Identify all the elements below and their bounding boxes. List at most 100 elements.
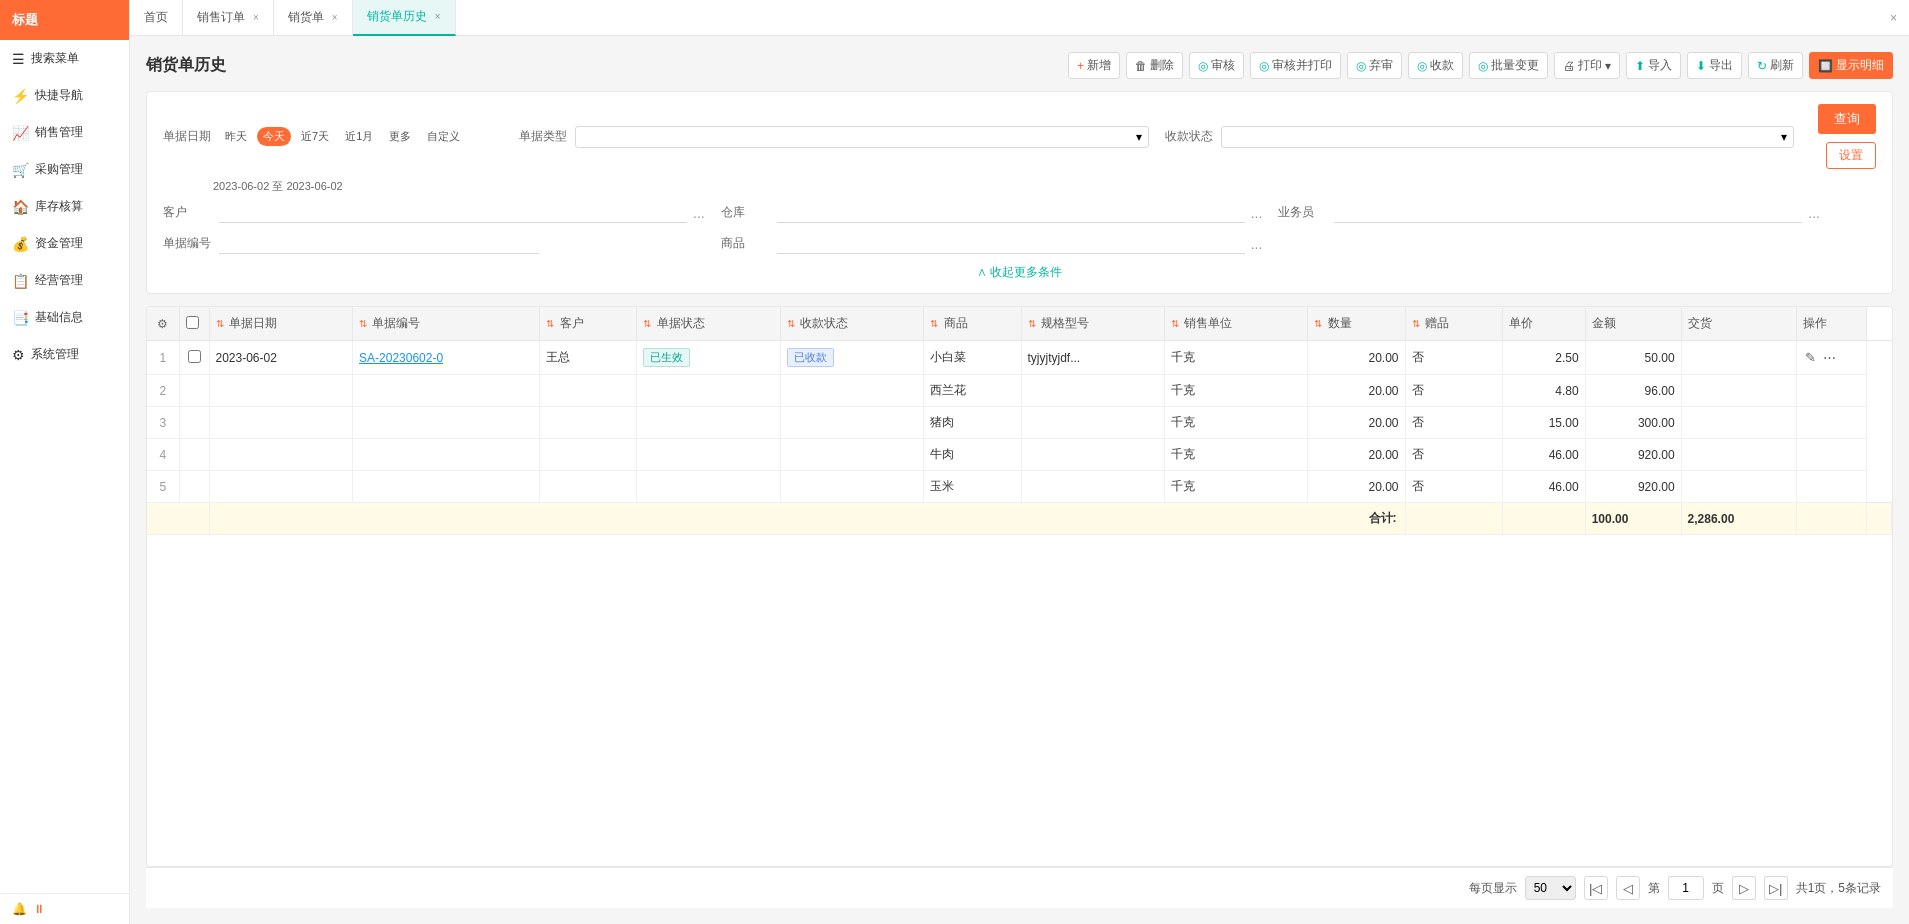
collect-button[interactable]: ◎ 收款 (1408, 52, 1463, 79)
warehouse-picker-icon[interactable]: ... (1251, 205, 1263, 221)
salesperson-input[interactable] (1334, 202, 1802, 223)
import-button[interactable]: ⬆ 导入 (1626, 52, 1681, 79)
print-button[interactable]: 🖨 打印 ▾ (1554, 52, 1620, 79)
qty-cell: 20.00 (1308, 471, 1405, 503)
tab-close-all[interactable]: × (1878, 11, 1909, 25)
date-tab-custom[interactable]: 自定义 (421, 127, 466, 146)
goods-input[interactable] (777, 233, 1245, 254)
export-button[interactable]: ⬇ 导出 (1687, 52, 1742, 79)
refresh-button[interactable]: ↻ 刷新 (1748, 52, 1803, 79)
tab-close-sales-history[interactable]: × (435, 11, 441, 22)
select-all-checkbox[interactable] (186, 316, 199, 329)
next-page-button[interactable]: ▷ (1732, 876, 1756, 900)
salesperson-picker-icon[interactable]: ... (1808, 205, 1820, 221)
base-icon: 📑 (12, 310, 29, 326)
show-detail-button[interactable]: 🔲 显示明细 (1809, 52, 1893, 79)
date-tab-more[interactable]: 更多 (383, 127, 417, 146)
table-row: 5 玉米 千克 20.00 否 46.00 920.00 (147, 471, 1892, 503)
bell-icon[interactable]: 🔔 (12, 902, 27, 916)
tab-sales-order[interactable]: 销售订单 × (183, 0, 274, 36)
spec-cell (1021, 407, 1164, 439)
audit-button[interactable]: ◎ 审核 (1189, 52, 1244, 79)
per-page-select[interactable]: 50 20 100 (1525, 876, 1576, 900)
col-collect-status[interactable]: ⇅ 收款状态 (780, 307, 923, 341)
audit-print-button[interactable]: ◎ 审核并打印 (1250, 52, 1341, 79)
col-customer[interactable]: ⇅ 客户 (540, 307, 637, 341)
col-doc-status[interactable]: ⇅ 单据状态 (637, 307, 780, 341)
col-qty[interactable]: ⇅ 数量 (1308, 307, 1405, 341)
last-page-button[interactable]: ▷| (1764, 876, 1788, 900)
action-cell (1796, 471, 1866, 503)
gift-cell: 否 (1405, 341, 1502, 375)
batch-change-button[interactable]: ◎ 批量变更 (1469, 52, 1548, 79)
collect-status-select[interactable]: ▾ (1221, 126, 1795, 148)
row-select-checkbox[interactable] (188, 350, 201, 363)
date-tab-today[interactable]: 今天 (257, 127, 291, 146)
page-number-input[interactable] (1668, 876, 1704, 900)
sidebar-item-sales[interactable]: 📈 销售管理 (0, 114, 129, 151)
col-settings[interactable]: ⚙ (147, 307, 179, 341)
doc-type-label: 单据类型 (519, 128, 569, 145)
edit-icon[interactable]: ✎ (1803, 348, 1818, 367)
col-goods[interactable]: ⇅ 商品 (924, 307, 1021, 341)
doc-no-link[interactable]: SA-20230602-0 (359, 351, 443, 365)
doc-no-input[interactable] (219, 233, 539, 254)
doc-status-badge: 已生效 (643, 348, 690, 367)
plus-icon: + (1077, 59, 1084, 73)
sidebar-item-quick-nav[interactable]: ⚡ 快捷导航 (0, 77, 129, 114)
unit-cell: 千克 (1164, 341, 1307, 375)
import-icon: ⬆ (1635, 59, 1645, 73)
tab-close-sales-goods[interactable]: × (332, 12, 338, 23)
query-button[interactable]: 查询 (1818, 104, 1876, 134)
date-tab-yesterday[interactable]: 昨天 (219, 127, 253, 146)
col-gift[interactable]: ⇅ 赠品 (1405, 307, 1502, 341)
sidebar-item-system[interactable]: ⚙ 系统管理 (0, 336, 129, 373)
abandon-button[interactable]: ◎ 弃审 (1347, 52, 1402, 79)
collect-icon: ◎ (1417, 59, 1427, 73)
setup-button[interactable]: 设置 (1826, 142, 1876, 169)
first-page-button[interactable]: |◁ (1584, 876, 1608, 900)
sidebar-item-inventory[interactable]: 🏠 库存核算 (0, 188, 129, 225)
prev-page-button[interactable]: ◁ (1616, 876, 1640, 900)
tab-sales-history[interactable]: 销货单历史 × (353, 0, 456, 36)
sort-icon: ⇅ (930, 318, 938, 329)
date-tab-7days[interactable]: 近7天 (295, 127, 335, 146)
tab-sales-goods[interactable]: 销货单 × (274, 0, 353, 36)
amount-cell: 96.00 (1585, 375, 1681, 407)
col-spec[interactable]: ⇅ 规格型号 (1021, 307, 1164, 341)
unit-cell: 千克 (1164, 471, 1307, 503)
sidebar-item-purchase[interactable]: 🛒 采购管理 (0, 151, 129, 188)
col-doc-no[interactable]: ⇅ 单据编号 (353, 307, 540, 341)
trade-cell (1681, 471, 1796, 503)
sidebar-item-search-menu[interactable]: ☰ 搜索菜单 (0, 40, 129, 77)
table-header-row: ⚙ ⇅ 单据日期 ⇅ 单据编号 (147, 307, 1892, 341)
col-unit[interactable]: ⇅ 销售单位 (1164, 307, 1307, 341)
sort-icon: ⇅ (643, 318, 651, 329)
customer-input[interactable] (219, 202, 687, 223)
sidebar-item-finance[interactable]: 💰 资金管理 (0, 225, 129, 262)
tab-home[interactable]: 首页 (130, 0, 183, 36)
date-tab-1month[interactable]: 近1月 (339, 127, 379, 146)
warehouse-input[interactable] (777, 202, 1245, 223)
tab-close-sales-order[interactable]: × (253, 12, 259, 23)
more-icon[interactable]: ⋯ (1821, 348, 1838, 367)
tab-bar: 首页 销售订单 × 销货单 × 销货单历史 × × (130, 0, 1909, 36)
sidebar: 标题 ☰ 搜索菜单 ⚡ 快捷导航 📈 销售管理 🛒 采购管理 🏠 库存核算 💰 … (0, 0, 130, 924)
doc-type-select[interactable]: ▾ (575, 126, 1149, 148)
col-doc-date[interactable]: ⇅ 单据日期 (209, 307, 353, 341)
row-num: 1 (147, 341, 179, 375)
sidebar-item-ops[interactable]: 📋 经营管理 (0, 262, 129, 299)
data-table: ⚙ ⇅ 单据日期 ⇅ 单据编号 (147, 307, 1892, 535)
delete-button[interactable]: 🗑 删除 (1126, 52, 1183, 79)
new-button[interactable]: + 新增 (1068, 52, 1120, 79)
qty-cell: 20.00 (1308, 407, 1405, 439)
pause-icon[interactable]: ⏸ (33, 902, 45, 916)
collapse-filter-button[interactable]: ∧ 收起更多条件 (163, 264, 1876, 281)
goods-picker-icon[interactable]: ... (1251, 236, 1263, 252)
customer-picker-icon[interactable]: ... (693, 205, 705, 221)
data-table-container: ⚙ ⇅ 单据日期 ⇅ 单据编号 (146, 306, 1893, 867)
sidebar-item-base[interactable]: 📑 基础信息 (0, 299, 129, 336)
doc-no-cell: SA-20230602-0 (353, 341, 540, 375)
unit-price-cell: 15.00 (1502, 407, 1585, 439)
export-icon: ⬇ (1696, 59, 1706, 73)
